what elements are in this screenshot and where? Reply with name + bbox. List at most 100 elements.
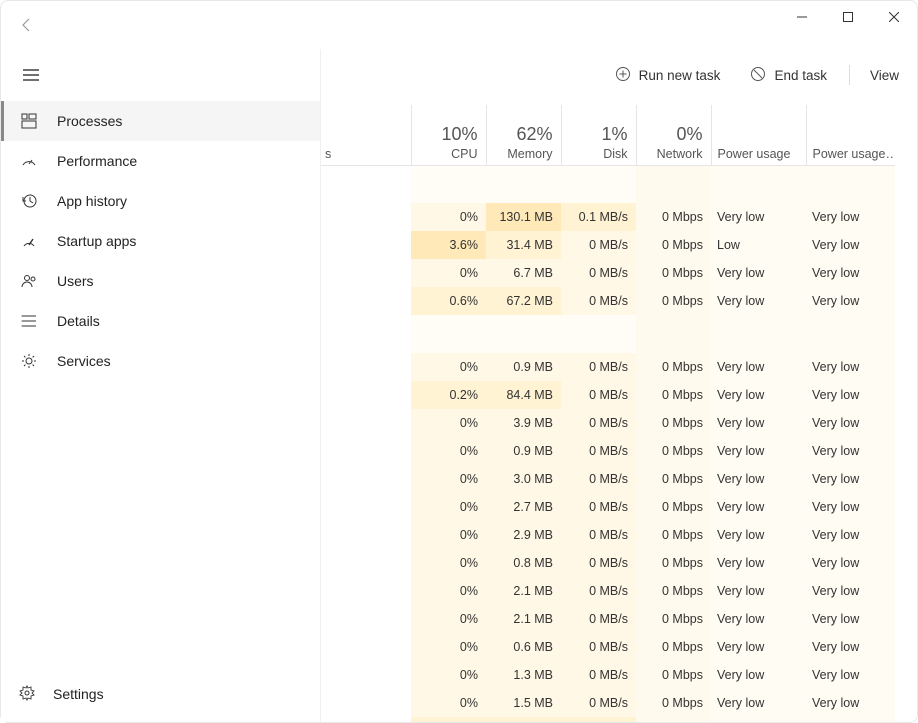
cell: 1.3 MB — [486, 661, 561, 689]
table-row[interactable]: 0%1.5 MB0 MB/s0 MbpsVery lowVery low — [321, 689, 895, 717]
table-row[interactable]: 0%2.1 MB0 MB/s0 MbpsVery lowVery low — [321, 605, 895, 633]
gauge-icon — [19, 233, 39, 249]
cell: 2.1 MB — [486, 577, 561, 605]
nav-item-startup-apps[interactable]: Startup apps — [1, 221, 320, 261]
nav-item-performance[interactable]: Performance — [1, 141, 320, 181]
cell: Very low — [806, 353, 895, 381]
cell: 0 MB/s — [561, 661, 636, 689]
nav-item-app-history[interactable]: App history — [1, 181, 320, 221]
cell: Low — [711, 231, 806, 259]
cell: 0 Mbps — [636, 465, 711, 493]
table-row[interactable]: 0%6.7 MB0 MB/s0 MbpsVery lowVery low — [321, 259, 895, 287]
table-row[interactable]: 0%130.1 MB0.1 MB/s0 MbpsVery lowVery low — [321, 203, 895, 231]
hamburger-button[interactable] — [7, 55, 55, 95]
table-row[interactable]: 0%1.3 MB0 MB/s0 MbpsVery lowVery low — [321, 661, 895, 689]
cell — [321, 521, 411, 549]
run-new-task-button[interactable]: Run new task — [607, 60, 729, 91]
table-row[interactable]: 0%0.9 MB0 MB/s0 MbpsVery lowVery low — [321, 437, 895, 465]
cell: 3.6% — [411, 231, 486, 259]
cell — [321, 549, 411, 577]
nav-label: App history — [57, 193, 127, 209]
maximize-button[interactable] — [825, 1, 871, 33]
toolbar-divider — [849, 65, 850, 85]
table-row[interactable]: 0%2.1 MB0 MB/s0 MbpsVery lowVery low — [321, 577, 895, 605]
cell: 0 Mbps — [636, 409, 711, 437]
table-row[interactable]: 1.3%15.5 MB0.1 MB/s0 MbpsVery lowVery lo… — [321, 717, 895, 722]
cell — [321, 231, 411, 259]
cell: Very low — [711, 661, 806, 689]
nav-item-users[interactable]: Users — [1, 261, 320, 301]
column-header-memory[interactable]: 62%Memory — [486, 105, 561, 165]
process-table: s 10%CPU 62%Memory 1%Disk 0%Network Powe… — [321, 105, 895, 722]
table-row[interactable]: 0%0.6 MB0 MB/s0 MbpsVery lowVery low — [321, 633, 895, 661]
cell: 0% — [411, 521, 486, 549]
cell: 0 Mbps — [636, 717, 711, 722]
cell: 0 MB/s — [561, 577, 636, 605]
column-header-row: s 10%CPU 62%Memory 1%Disk 0%Network Powe… — [321, 105, 895, 165]
cell — [321, 633, 411, 661]
table-row[interactable]: 3.6%31.4 MB0 MB/s0 MbpsLowVery low — [321, 231, 895, 259]
cell: Very low — [711, 633, 806, 661]
table-row[interactable]: 0%3.0 MB0 MB/s0 MbpsVery lowVery low — [321, 465, 895, 493]
column-header-disk[interactable]: 1%Disk — [561, 105, 636, 165]
view-button[interactable]: View — [864, 62, 905, 89]
view-label: View — [870, 68, 899, 83]
cell: 0 Mbps — [636, 287, 711, 315]
minimize-button[interactable] — [779, 1, 825, 33]
cell: 2.7 MB — [486, 493, 561, 521]
column-header-power-usage-trend[interactable]: Power usage tr... — [806, 105, 895, 165]
nav-item-processes[interactable]: Processes — [1, 101, 320, 141]
column-header-network[interactable]: 0%Network — [636, 105, 711, 165]
cell: 0 Mbps — [636, 493, 711, 521]
cell — [321, 717, 411, 722]
table-row[interactable]: 0%2.9 MB0 MB/s0 MbpsVery lowVery low — [321, 521, 895, 549]
cell: 84.4 MB — [486, 381, 561, 409]
nav-item-settings[interactable]: Settings — [1, 674, 320, 714]
list-icon — [19, 313, 39, 329]
cell: Very low — [806, 717, 895, 722]
cell: Very low — [806, 661, 895, 689]
table-row[interactable]: 0%2.7 MB0 MB/s0 MbpsVery lowVery low — [321, 493, 895, 521]
table-row[interactable]: 0.2%84.4 MB0 MB/s0 MbpsVery lowVery low — [321, 381, 895, 409]
cell: Very low — [711, 437, 806, 465]
cell: 0 Mbps — [636, 381, 711, 409]
cell: 0 MB/s — [561, 633, 636, 661]
table-row[interactable] — [321, 315, 895, 353]
sidebar: Processes Performance App history Startu… — [1, 49, 321, 722]
column-header-power-usage[interactable]: Power usage — [711, 105, 806, 165]
column-header-name[interactable]: s — [321, 105, 411, 165]
cell: Very low — [711, 203, 806, 231]
nav-item-services[interactable]: Services — [1, 341, 320, 381]
stop-circle-icon — [750, 66, 766, 85]
nav-list: Processes Performance App history Startu… — [1, 101, 320, 674]
nav-label: Services — [57, 353, 111, 369]
cell — [321, 259, 411, 287]
table-row[interactable]: 0%0.9 MB0 MB/s0 MbpsVery lowVery low — [321, 353, 895, 381]
table-row[interactable] — [321, 165, 895, 203]
cell: 0% — [411, 633, 486, 661]
end-task-button[interactable]: End task — [742, 60, 835, 91]
cell: 6.7 MB — [486, 259, 561, 287]
cell: 0% — [411, 437, 486, 465]
nav-item-details[interactable]: Details — [1, 301, 320, 341]
cell: Very low — [711, 493, 806, 521]
settings-label: Settings — [53, 686, 104, 702]
cell: 0 Mbps — [636, 437, 711, 465]
cell: 0 Mbps — [636, 633, 711, 661]
column-header-cpu[interactable]: 10%CPU — [411, 105, 486, 165]
table-row[interactable]: 0.6%67.2 MB0 MB/s0 MbpsVery lowVery low — [321, 287, 895, 315]
cell: Very low — [711, 521, 806, 549]
cell: 0% — [411, 259, 486, 287]
cell: 0 MB/s — [561, 437, 636, 465]
cell: 130.1 MB — [486, 203, 561, 231]
close-button[interactable] — [871, 1, 917, 33]
table-row[interactable]: 0%3.9 MB0 MB/s0 MbpsVery lowVery low — [321, 409, 895, 437]
back-button[interactable] — [19, 17, 35, 38]
cell — [321, 605, 411, 633]
table-row[interactable]: 0%0.8 MB0 MB/s0 MbpsVery lowVery low — [321, 549, 895, 577]
cell: 0 MB/s — [561, 465, 636, 493]
cell: 0% — [411, 577, 486, 605]
cell: Very low — [806, 493, 895, 521]
cell: 0.9 MB — [486, 353, 561, 381]
cell: Very low — [711, 689, 806, 717]
